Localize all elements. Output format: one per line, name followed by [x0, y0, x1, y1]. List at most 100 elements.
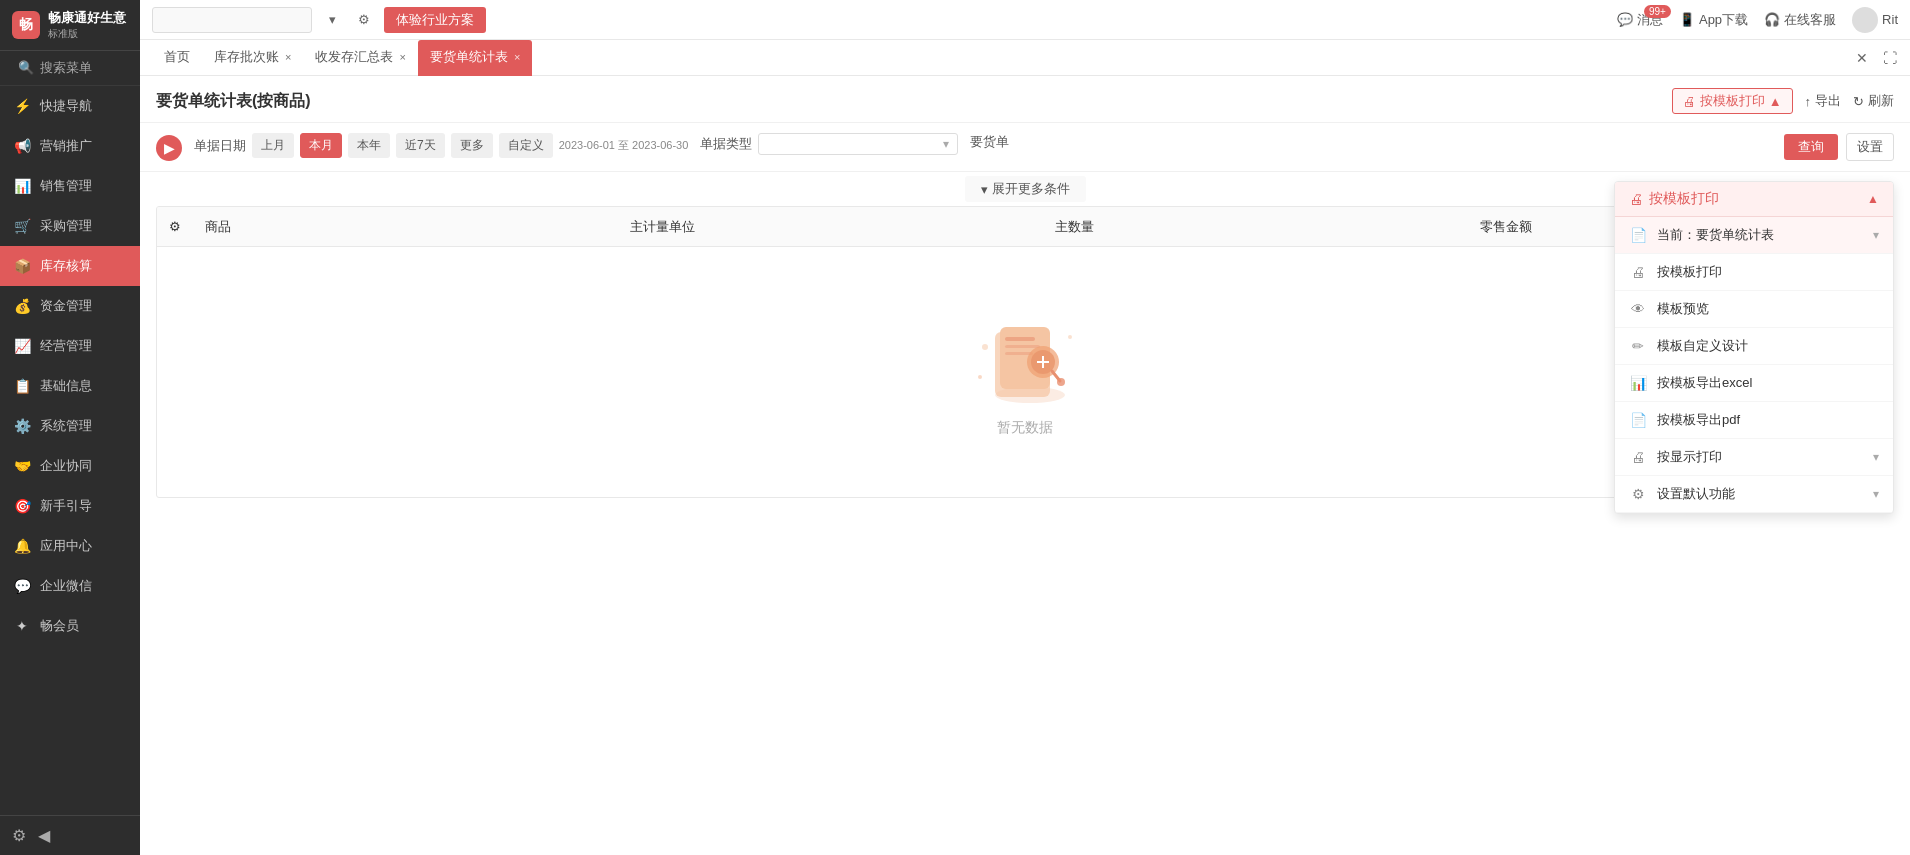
basic-icon: 📋: [12, 376, 32, 396]
sidebar-item-quick-nav[interactable]: ⚡ 快捷导航: [0, 86, 140, 126]
date-more[interactable]: 更多: [451, 133, 493, 158]
tab-inventory-batch[interactable]: 库存批次账 ×: [202, 40, 303, 76]
tab-order-stats-close[interactable]: ×: [514, 51, 520, 63]
refresh-icon: ↻: [1853, 94, 1864, 109]
order-type-select[interactable]: ▾: [758, 133, 958, 155]
export-btn[interactable]: ↑ 导出: [1805, 92, 1842, 110]
dropdown-export-pdf[interactable]: 📄 按模板导出pdf: [1615, 402, 1893, 439]
settings-bottom-icon[interactable]: ⚙: [12, 826, 26, 845]
tab-inventory-batch-close[interactable]: ×: [285, 51, 291, 63]
dropdown-set-default-label: 设置默认功能: [1657, 485, 1735, 503]
filter-expand-icon[interactable]: ▶: [156, 135, 182, 161]
sidebar-bottom: ⚙ ◀: [0, 815, 140, 855]
message-icon: 💬: [1617, 12, 1633, 27]
date-current-year[interactable]: 本年: [348, 133, 390, 158]
sidebar-item-operations[interactable]: 📈 经营管理: [0, 326, 140, 366]
search-menu[interactable]: 🔍 搜索菜单: [0, 51, 140, 86]
dropdown-template-design[interactable]: ✏ 模板自定义设计: [1615, 328, 1893, 365]
tab-revenue-summary-close[interactable]: ×: [399, 51, 405, 63]
sidebar-item-basic[interactable]: 📋 基础信息: [0, 366, 140, 406]
online-service-icon: 🎧: [1764, 12, 1780, 27]
dropdown-export-excel-label: 按模板导出excel: [1657, 374, 1752, 392]
query-btn[interactable]: 查询: [1784, 134, 1838, 160]
order-goods-label: 要货单: [970, 133, 1009, 151]
dropdown-current-template[interactable]: 📄 当前：要货单统计表 ▾: [1615, 217, 1893, 254]
svg-rect-3: [1005, 337, 1035, 341]
app-tag: 标准版: [48, 27, 126, 40]
sidebar-item-finance[interactable]: 💰 资金管理: [0, 286, 140, 326]
tab-home-label: 首页: [164, 48, 190, 66]
empty-illustration: [965, 307, 1085, 407]
sales-icon: 📊: [12, 176, 32, 196]
tabs-close-all-btn[interactable]: ✕: [1850, 46, 1874, 70]
industry-btn[interactable]: 体验行业方案: [384, 7, 486, 33]
page-title: 要货单统计表(按商品): [156, 91, 311, 112]
order-type-arrow-icon: ▾: [943, 137, 949, 151]
filter-settings-btn[interactable]: 设置: [1846, 133, 1894, 161]
user-avatar: [1852, 7, 1878, 33]
topbar-search-input[interactable]: [152, 7, 312, 33]
dropdown-template-print[interactable]: 🖨 按模板打印: [1615, 254, 1893, 291]
tab-home[interactable]: 首页: [152, 40, 202, 76]
tabs-expand-btn[interactable]: ⛶: [1878, 46, 1902, 70]
sidebar-item-marketing[interactable]: 📢 营销推广: [0, 126, 140, 166]
print-btn[interactable]: 🖨 按模板打印 ▲: [1672, 88, 1793, 114]
message-btn[interactable]: 💬 消息 99+: [1617, 11, 1663, 29]
online-service-btn[interactable]: 🎧 在线客服: [1764, 11, 1836, 29]
search-menu-label: 搜索菜单: [40, 59, 92, 77]
expand-more-label: 展开更多条件: [992, 180, 1070, 198]
sidebar-item-enterprise[interactable]: 🤝 企业协同: [0, 446, 140, 486]
tab-revenue-summary[interactable]: 收发存汇总表 ×: [303, 40, 417, 76]
dropdown-template-preview[interactable]: 👁 模板预览: [1615, 291, 1893, 328]
user-avatar-btn[interactable]: Rit: [1852, 7, 1898, 33]
th-settings[interactable]: ⚙: [157, 219, 193, 234]
table-settings-icon[interactable]: ⚙: [169, 219, 181, 234]
date-last7days[interactable]: 近7天: [396, 133, 445, 158]
tab-order-stats[interactable]: 要货单统计表 ×: [418, 40, 532, 76]
sidebar-item-wechat[interactable]: 💬 企业微信: [0, 566, 140, 606]
refresh-btn-label: 刷新: [1868, 92, 1894, 110]
expand-more-btn[interactable]: ▾ 展开更多条件: [965, 176, 1086, 202]
dropdown-header-right: ▲: [1867, 192, 1879, 206]
dropdown-export-excel[interactable]: 📊 按模板导出excel: [1615, 365, 1893, 402]
sidebar-item-member[interactable]: ✦ 畅会员: [0, 606, 140, 646]
svg-point-14: [978, 375, 982, 379]
app-download-btn[interactable]: 📱 App下载: [1679, 11, 1748, 29]
date-custom[interactable]: 自定义: [499, 133, 553, 158]
user-name: Rit: [1882, 12, 1898, 27]
dropdown-display-print[interactable]: 🖨 按显示打印 ▾: [1615, 439, 1893, 476]
sidebar-item-apps[interactable]: 🔔 应用中心: [0, 526, 140, 566]
logo-icon: 畅: [12, 11, 40, 39]
sidebar-item-system[interactable]: ⚙️ 系统管理: [0, 406, 140, 446]
svg-point-12: [982, 344, 988, 350]
topbar-gear-icon[interactable]: ⚙: [352, 8, 376, 32]
page-content: 要货单统计表(按商品) 🖨 按模板打印 ▲ ↑ 导出 ↻ 刷新: [140, 76, 1910, 855]
print-dropdown-overlay: 🖨 按模板打印 ▲ 📄 当前：要货单统计表 ▾ 🖨 按模板打印 👁: [1614, 181, 1894, 514]
topbar-dropdown-icon[interactable]: ▾: [320, 8, 344, 32]
dropdown-collapse-icon[interactable]: ▲: [1867, 192, 1879, 206]
date-current-month[interactable]: 本月: [300, 133, 342, 158]
dropdown-display-print-label: 按显示打印: [1657, 448, 1722, 466]
dropdown-template-print-label: 按模板打印: [1657, 263, 1722, 281]
collapse-sidebar-icon[interactable]: ◀: [38, 826, 50, 845]
app-name: 畅康通好生意: [48, 10, 126, 27]
sidebar-item-label: 采购管理: [40, 217, 92, 235]
refresh-btn[interactable]: ↻ 刷新: [1853, 92, 1894, 110]
sidebar-item-inventory[interactable]: 📦 库存核算: [0, 246, 140, 286]
dropdown-set-default[interactable]: ⚙ 设置默认功能 ▾: [1615, 476, 1893, 513]
quick-nav-icon: ⚡: [12, 96, 32, 116]
template-print-icon: 🖨: [1629, 264, 1647, 280]
date-prev-month[interactable]: 上月: [252, 133, 294, 158]
online-service-label: 在线客服: [1784, 11, 1836, 29]
sidebar-item-guide[interactable]: 🎯 新手引导: [0, 486, 140, 526]
sidebar-item-purchase[interactable]: 🛒 采购管理: [0, 206, 140, 246]
date-filter-label: 单据日期: [194, 137, 246, 155]
set-default-icon: ⚙: [1629, 486, 1647, 502]
print-dropdown-arrow[interactable]: ▲: [1769, 94, 1782, 109]
sidebar-item-label: 新手引导: [40, 497, 92, 515]
dropdown-print-icon: 🖨: [1629, 191, 1643, 207]
app-logo: 畅 畅康通好生意 标准版: [0, 0, 140, 51]
dropdown-header-label: 按模板打印: [1649, 190, 1719, 208]
order-type-filter-group: 单据类型 ▾: [700, 133, 958, 155]
sidebar-item-sales[interactable]: 📊 销售管理: [0, 166, 140, 206]
